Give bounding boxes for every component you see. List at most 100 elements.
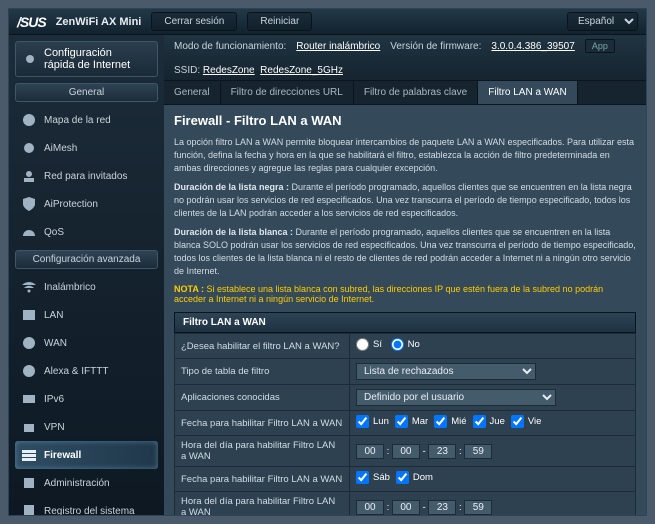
sidebar-item-wireless[interactable]: Inalámbrico (15, 273, 158, 301)
day-checkbox[interactable] (395, 415, 408, 428)
note-label: NOTA : (174, 284, 204, 294)
sidebar-item-lan[interactable]: LAN (15, 301, 158, 329)
sidebar-item-label: VPN (44, 422, 65, 433)
sidebar-item-label: Inalámbrico (44, 282, 96, 293)
tabletype-select[interactable]: Lista de rechazados (356, 363, 536, 380)
h2d-input[interactable] (464, 500, 492, 515)
blacklist-label: Duración de la lista negra : (174, 182, 289, 192)
no-label: No (408, 339, 420, 350)
day-label: Lun (373, 416, 389, 427)
day-label: Sáb (373, 472, 390, 483)
alexa-icon (21, 363, 37, 379)
sidebar-item-firewall[interactable]: Firewall (15, 441, 158, 469)
sidebar-item-label: IPv6 (44, 394, 64, 405)
model-name: ZenWiFi AX Mini (56, 16, 142, 28)
hour1-label: Hora del día para habilitar Filtro LAN a… (175, 436, 350, 467)
h2c-input[interactable] (428, 500, 456, 515)
sidebar-item-label: LAN (44, 310, 63, 321)
day-checkbox[interactable] (434, 415, 447, 428)
day-label: Dom (413, 472, 433, 483)
tab-url-filter[interactable]: Filtro de direcciones URL (221, 81, 354, 104)
reboot-button[interactable]: Reiniciar (247, 12, 312, 31)
note-text: Si establece una lista blanca con subred… (174, 284, 603, 304)
day-label: Vie (528, 416, 542, 427)
sidebar-heading-general: General (15, 83, 158, 102)
brand-logo: /SUS (17, 14, 46, 30)
tab-lan-wan-filter[interactable]: Filtro LAN a WAN (478, 81, 578, 104)
apps-select[interactable]: Definido por el usuario (356, 389, 556, 406)
firewall-icon (21, 447, 37, 463)
wan-icon (21, 335, 37, 351)
mesh-icon (21, 140, 37, 156)
day-sáb[interactable]: Sáb (356, 471, 390, 484)
tab-general[interactable]: General (164, 81, 221, 104)
admin-icon (21, 475, 37, 491)
day-checkbox[interactable] (356, 415, 369, 428)
h2a-input[interactable] (356, 500, 384, 515)
sidebar-item-aimesh[interactable]: AiMesh (15, 134, 158, 162)
sidebar-item-map[interactable]: Mapa de la red (15, 106, 158, 134)
sidebar: Configuraciónrápida de Internet General … (9, 35, 164, 515)
gear-sun-icon (22, 51, 38, 67)
date1-label: Fecha para habilitar Filtro LAN a WAN (175, 411, 350, 436)
ssid2-link[interactable]: RedesZone_5GHz (260, 65, 343, 76)
log-icon (21, 503, 37, 515)
sidebar-item-label: AiMesh (44, 143, 77, 154)
day-label: Mié (451, 416, 466, 427)
day-checkbox[interactable] (511, 415, 524, 428)
h1b-input[interactable] (392, 444, 420, 459)
day-checkbox[interactable] (473, 415, 486, 428)
sidebar-item-qos[interactable]: QoS (15, 218, 158, 246)
fw-value-link[interactable]: 3.0.0.4.386_39507 (491, 41, 574, 52)
quick-setup-label-1: Configuración (44, 47, 130, 59)
day-label: Mar (412, 416, 428, 427)
sidebar-item-log[interactable]: Registro del sistema (15, 497, 158, 515)
day-jue[interactable]: Jue (473, 415, 505, 428)
enable-label: ¿Desea habilitar el filtro LAN a WAN? (175, 334, 350, 359)
h1d-input[interactable] (464, 444, 492, 459)
day-checkbox[interactable] (396, 471, 409, 484)
sidebar-item-label: QoS (44, 227, 64, 238)
sidebar-item-admin[interactable]: Administración (15, 469, 158, 497)
h2b-input[interactable] (392, 500, 420, 515)
whitelist-label: Duración de la lista blanca : (174, 227, 293, 237)
mode-value-link[interactable]: Router inalámbrico (296, 41, 380, 52)
enable-no-radio[interactable] (391, 338, 404, 351)
logout-button[interactable]: Cerrar sesión (151, 12, 237, 31)
globe-icon (21, 112, 37, 128)
sidebar-item-label: Mapa de la red (44, 115, 111, 126)
date2-label: Fecha para habilitar Filtro LAN a WAN (175, 467, 350, 492)
day-mar[interactable]: Mar (395, 415, 428, 428)
sidebar-item-label: AiProtection (44, 199, 98, 210)
quick-setup-button[interactable]: Configuraciónrápida de Internet (15, 41, 158, 77)
h1c-input[interactable] (428, 444, 456, 459)
day-vie[interactable]: Vie (511, 415, 542, 428)
sidebar-item-ipv6[interactable]: IPv6 (15, 385, 158, 413)
ssid-label: SSID: (174, 65, 200, 76)
tabletype-label: Tipo de tabla de filtro (175, 359, 350, 385)
day-dom[interactable]: Dom (396, 471, 433, 484)
day-mié[interactable]: Mié (434, 415, 466, 428)
sidebar-item-label: Firewall (44, 450, 81, 461)
guest-icon (21, 168, 37, 184)
lan-icon (21, 307, 37, 323)
sidebar-item-aiprotection[interactable]: AiProtection (15, 190, 158, 218)
mode-label: Modo de funcionamiento: (174, 41, 286, 52)
panel-heading: Filtro LAN a WAN (174, 312, 636, 333)
h1a-input[interactable] (356, 444, 384, 459)
sidebar-item-guest[interactable]: Red para invitados (15, 162, 158, 190)
shield-icon (21, 196, 37, 212)
yes-label: Sí (373, 339, 382, 350)
sidebar-item-vpn[interactable]: VPN (15, 413, 158, 441)
sidebar-item-label: Registro del sistema (44, 506, 135, 515)
tab-keyword-filter[interactable]: Filtro de palabras clave (354, 81, 478, 104)
page-title: Firewall - Filtro LAN a WAN (174, 113, 636, 128)
ssid1-link[interactable]: RedesZone (203, 65, 255, 76)
language-select[interactable]: Español (567, 12, 638, 31)
app-pill[interactable]: App (585, 39, 615, 53)
sidebar-item-alexa[interactable]: Alexa & IFTTT (15, 357, 158, 385)
enable-yes-radio[interactable] (356, 338, 369, 351)
day-checkbox[interactable] (356, 471, 369, 484)
day-lun[interactable]: Lun (356, 415, 389, 428)
sidebar-item-wan[interactable]: WAN (15, 329, 158, 357)
